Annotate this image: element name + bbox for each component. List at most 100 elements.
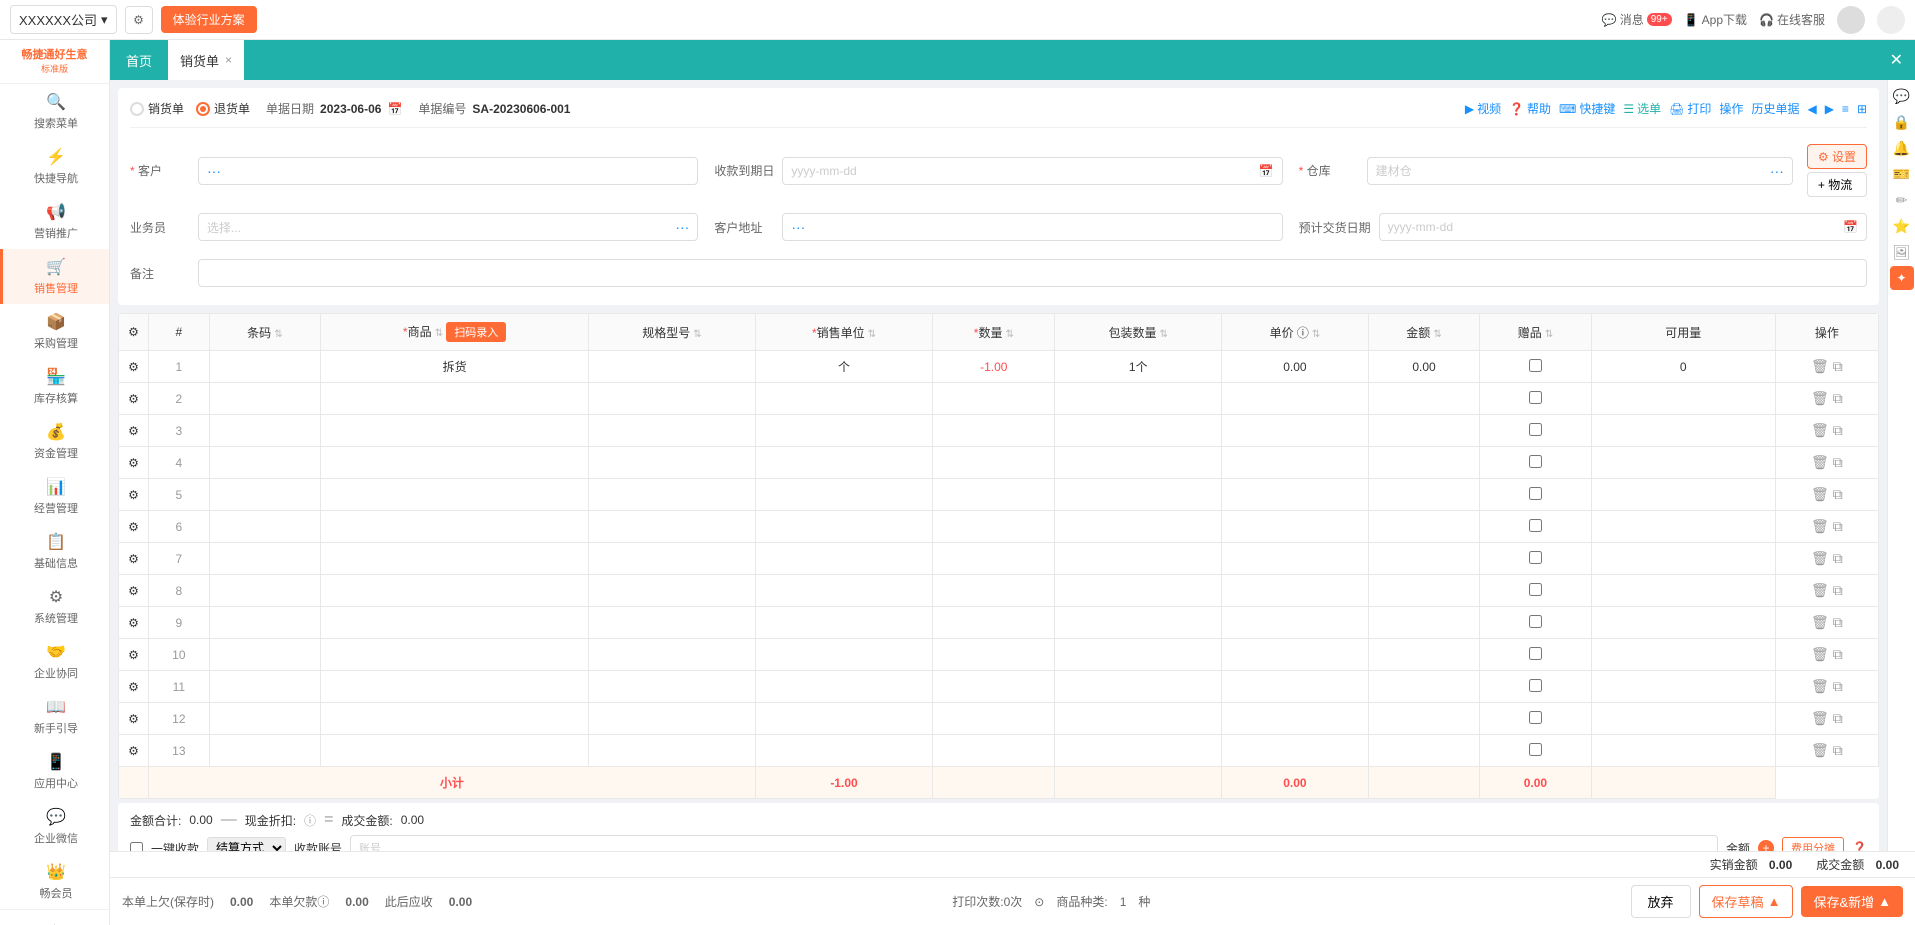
row-spec[interactable] <box>589 703 756 735</box>
gift-checkbox[interactable] <box>1529 647 1542 660</box>
sidebar-item-purchase[interactable]: 📦 采购管理 <box>0 304 109 359</box>
row-product[interactable] <box>321 671 589 703</box>
sidebar-item-marketing[interactable]: 📢 营销推广 <box>0 194 109 249</box>
row-product[interactable] <box>321 735 589 767</box>
row-gift[interactable] <box>1480 383 1591 415</box>
row-price[interactable] <box>1222 703 1369 735</box>
close-all-tabs-icon[interactable]: ✕ <box>1890 52 1903 69</box>
row-barcode[interactable] <box>209 447 320 479</box>
delete-row-icon[interactable]: 🗑 <box>1811 390 1829 407</box>
sidebar-item-finance[interactable]: 💰 资金管理 <box>0 414 109 469</box>
nav-prev-icon[interactable]: ◀ <box>1807 102 1816 116</box>
sidebar-item-search[interactable]: 🔍 搜索菜单 <box>0 84 109 139</box>
row-amount[interactable] <box>1368 511 1479 543</box>
delete-row-icon[interactable]: 🗑 <box>1811 646 1829 663</box>
sidebar-item-guide[interactable]: 📖 新手引导 <box>0 689 109 744</box>
right-icon-image[interactable]: 🖼 <box>1890 240 1914 264</box>
row-qty[interactable] <box>933 703 1055 735</box>
row-product[interactable] <box>321 639 589 671</box>
view-grid-icon[interactable]: ⊞ <box>1857 102 1867 116</box>
help-btn[interactable]: ❓ 帮助 <box>1509 100 1551 117</box>
sidebar-item-membership[interactable]: 👑 畅会员 <box>0 854 109 909</box>
row-settings-icon[interactable]: ⚙ <box>119 671 149 703</box>
row-price[interactable] <box>1222 511 1369 543</box>
copy-row-icon[interactable]: ⧉ <box>1833 678 1843 695</box>
row-unit[interactable] <box>755 639 932 671</box>
row-spec[interactable] <box>589 607 756 639</box>
sidebar-item-system[interactable]: ⚙ 系统管理 <box>0 579 109 634</box>
radio-sales-order[interactable]: 销货单 <box>130 100 184 117</box>
row-spec[interactable] <box>589 543 756 575</box>
row-qty[interactable] <box>933 735 1055 767</box>
save-draft-button[interactable]: 保存草稿 ▲ <box>1699 885 1794 918</box>
delete-row-icon[interactable]: 🗑 <box>1811 486 1829 503</box>
row-amount[interactable]: 0.00 <box>1368 351 1479 383</box>
row-amount[interactable] <box>1368 447 1479 479</box>
right-icon-bell[interactable]: 🔔 <box>1890 136 1914 160</box>
right-icon-message[interactable]: 💬 <box>1890 84 1914 108</box>
copy-row-icon[interactable]: ⧉ <box>1833 614 1843 631</box>
row-pkg-qty[interactable] <box>1055 511 1222 543</box>
row-gift[interactable] <box>1480 543 1591 575</box>
tab-home[interactable]: 首页 <box>110 40 168 80</box>
right-icon-lock[interactable]: 🔒 <box>1890 110 1914 134</box>
row-qty[interactable] <box>933 671 1055 703</box>
fee-help-icon[interactable]: ❓ <box>1852 841 1867 851</box>
copy-row-icon[interactable]: ⧉ <box>1833 486 1843 503</box>
row-spec[interactable] <box>589 511 756 543</box>
row-spec[interactable] <box>589 479 756 511</box>
operation-btn[interactable]: 操作 <box>1719 100 1743 117</box>
row-pkg-qty[interactable] <box>1055 575 1222 607</box>
row-product[interactable] <box>321 415 589 447</box>
row-qty[interactable] <box>933 415 1055 447</box>
copy-row-icon[interactable]: ⧉ <box>1833 742 1843 759</box>
row-price[interactable] <box>1222 671 1369 703</box>
row-settings-icon[interactable]: ⚙ <box>119 447 149 479</box>
row-unit[interactable] <box>755 511 932 543</box>
print-btn[interactable]: 🖨 打印 <box>1669 100 1711 117</box>
row-product[interactable] <box>321 479 589 511</box>
sidebar-item-wechat[interactable]: 💬 企业微信 <box>0 799 109 854</box>
row-amount[interactable] <box>1368 735 1479 767</box>
row-unit[interactable] <box>755 543 932 575</box>
row-barcode[interactable] <box>209 543 320 575</box>
row-settings-icon[interactable]: ⚙ <box>119 383 149 415</box>
row-pkg-qty[interactable] <box>1055 639 1222 671</box>
row-qty[interactable] <box>933 511 1055 543</box>
row-spec[interactable] <box>589 383 756 415</box>
row-barcode[interactable] <box>209 703 320 735</box>
row-spec[interactable] <box>589 575 756 607</box>
row-pkg-qty[interactable] <box>1055 703 1222 735</box>
row-spec[interactable] <box>589 447 756 479</box>
one-click-payment-checkbox[interactable] <box>130 842 143 852</box>
expected-delivery-input[interactable]: yyyy-mm-dd 📅 <box>1379 213 1867 241</box>
sidebar-item-quicknav[interactable]: ⚡ 快捷导航 <box>0 139 109 194</box>
row-unit[interactable] <box>755 415 932 447</box>
delete-row-icon[interactable]: 🗑 <box>1811 614 1829 631</box>
row-price[interactable] <box>1222 415 1369 447</box>
gift-checkbox[interactable] <box>1529 743 1542 756</box>
sidebar-item-enterprise[interactable]: 🤝 企业协同 <box>0 634 109 689</box>
delete-row-icon[interactable]: 🗑 <box>1811 454 1829 471</box>
sidebar-item-inventory[interactable]: 🏪 库存核算 <box>0 359 109 414</box>
row-pkg-qty[interactable] <box>1055 415 1222 447</box>
row-qty[interactable]: -1.00 <box>933 351 1055 383</box>
row-settings-icon[interactable]: ⚙ <box>119 703 149 735</box>
account-input[interactable]: 账号 <box>350 835 1718 851</box>
row-price[interactable] <box>1222 543 1369 575</box>
date-value[interactable]: 2023-06-06 <box>320 102 381 116</box>
row-qty[interactable] <box>933 607 1055 639</box>
warehouse-input[interactable]: 建材仓 ··· <box>1367 157 1793 185</box>
app-download-button[interactable]: 📱 App下载 <box>1684 11 1747 28</box>
row-settings-icon[interactable]: ⚙ <box>119 575 149 607</box>
row-qty[interactable] <box>933 383 1055 415</box>
row-barcode[interactable] <box>209 351 320 383</box>
user-avatar[interactable] <box>1837 6 1865 34</box>
customer-input[interactable]: ··· <box>198 157 698 185</box>
row-pkg-qty[interactable] <box>1055 479 1222 511</box>
row-unit[interactable] <box>755 479 932 511</box>
row-gift[interactable] <box>1480 671 1591 703</box>
row-settings-icon[interactable]: ⚙ <box>119 511 149 543</box>
settings-gear-button[interactable]: ⚙ <box>125 6 153 34</box>
row-gift[interactable] <box>1480 735 1591 767</box>
